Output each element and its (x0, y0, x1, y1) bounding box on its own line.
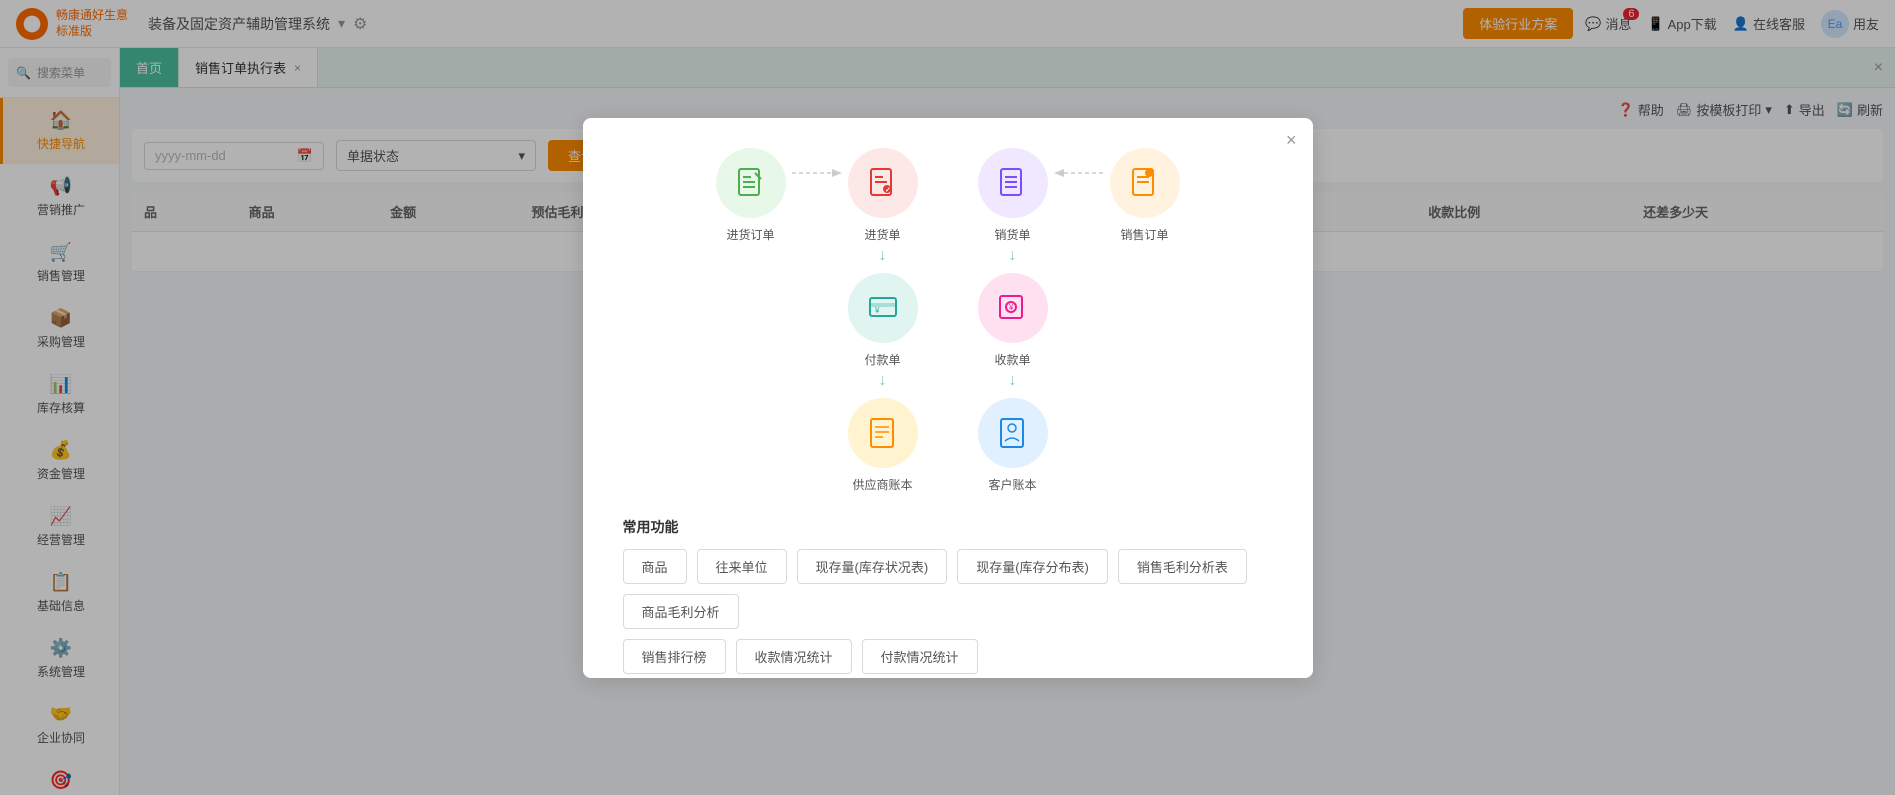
payment-bill-circle[interactable]: ¥ (848, 273, 918, 343)
modal-overlay[interactable]: × 进货订单 (0, 0, 1895, 795)
flow-col-sales-bill: 销货单 ↓ ¥ 收款单 ↓ (978, 148, 1048, 493)
arrow-h-2 (1054, 166, 1104, 180)
modal-body: 进货订单 (583, 118, 1313, 678)
sales-bill-label: 销货单 (994, 226, 1030, 243)
purchase-bill-circle[interactable]: ✓ (848, 148, 918, 218)
quick-btn-stock-dist[interactable]: 现存量(库存分布表) (957, 549, 1108, 584)
receipt-bill-label: 收款单 (994, 351, 1030, 368)
flow-col-purchase-order: 进货订单 (716, 148, 786, 243)
quick-functions-title: 常用功能 (623, 517, 1273, 537)
quick-buttons-row2: 销售排行榜 收款情况统计 付款情况统计 (623, 639, 1273, 674)
quick-btn-payment-stat[interactable]: 付款情况统计 (862, 639, 978, 674)
sales-bill-circle[interactable] (978, 148, 1048, 218)
quick-btn-sales-rank[interactable]: 销售排行榜 (623, 639, 726, 674)
sales-order-node-label: 销售订单 (1120, 226, 1168, 243)
customer-account-circle[interactable] (978, 398, 1048, 468)
quick-buttons-row1: 商品 往来单位 现存量(库存状况表) 现存量(库存分布表) 销售毛利分析表 商品… (623, 549, 1273, 629)
supplier-account-label: 供应商账本 (852, 476, 912, 493)
purchase-bill-label: 进货单 (864, 226, 900, 243)
purchase-order-label: 进货订单 (726, 226, 774, 243)
arrow-v-supplier: ↓ (879, 372, 887, 390)
payment-bill-label: 付款单 (864, 351, 900, 368)
quick-btn-receipt-stat[interactable]: 收款情况统计 (736, 639, 852, 674)
flow-diagram: 进货订单 (623, 148, 1273, 493)
modal: × 进货订单 (583, 118, 1313, 678)
quick-btn-stock-status[interactable]: 现存量(库存状况表) (797, 549, 948, 584)
arrow-v-receipt: ↓ (1009, 247, 1017, 265)
quick-functions: 常用功能 商品 往来单位 现存量(库存状况表) 现存量(库存分布表) 销售毛利分… (623, 517, 1273, 674)
quick-btn-product[interactable]: 商品 (623, 549, 687, 584)
svg-text:¥: ¥ (874, 306, 880, 315)
quick-btn-sales-gross[interactable]: 销售毛利分析表 (1118, 549, 1247, 584)
arrow-v-customer: ↓ (1009, 372, 1017, 390)
arrow-h-1 (792, 166, 842, 180)
supplier-account-circle[interactable] (848, 398, 918, 468)
flow-col-sales-order: 销售订单 (1110, 148, 1180, 243)
purchase-order-circle[interactable] (716, 148, 786, 218)
modal-close-button[interactable]: × (1286, 130, 1297, 151)
customer-account-label: 客户账本 (988, 476, 1036, 493)
sales-order-circle[interactable] (1110, 148, 1180, 218)
flow-col-purchase-bill: ✓ 进货单 ↓ ¥ 付款单 (848, 148, 918, 493)
receipt-bill-circle[interactable]: ¥ (978, 273, 1048, 343)
quick-btn-product-gross[interactable]: 商品毛利分析 (623, 594, 739, 629)
svg-text:✓: ✓ (885, 187, 891, 194)
arrow-v-payment: ↓ (879, 247, 887, 265)
svg-text:¥: ¥ (1008, 303, 1014, 312)
quick-btn-partner[interactable]: 往来单位 (697, 549, 787, 584)
